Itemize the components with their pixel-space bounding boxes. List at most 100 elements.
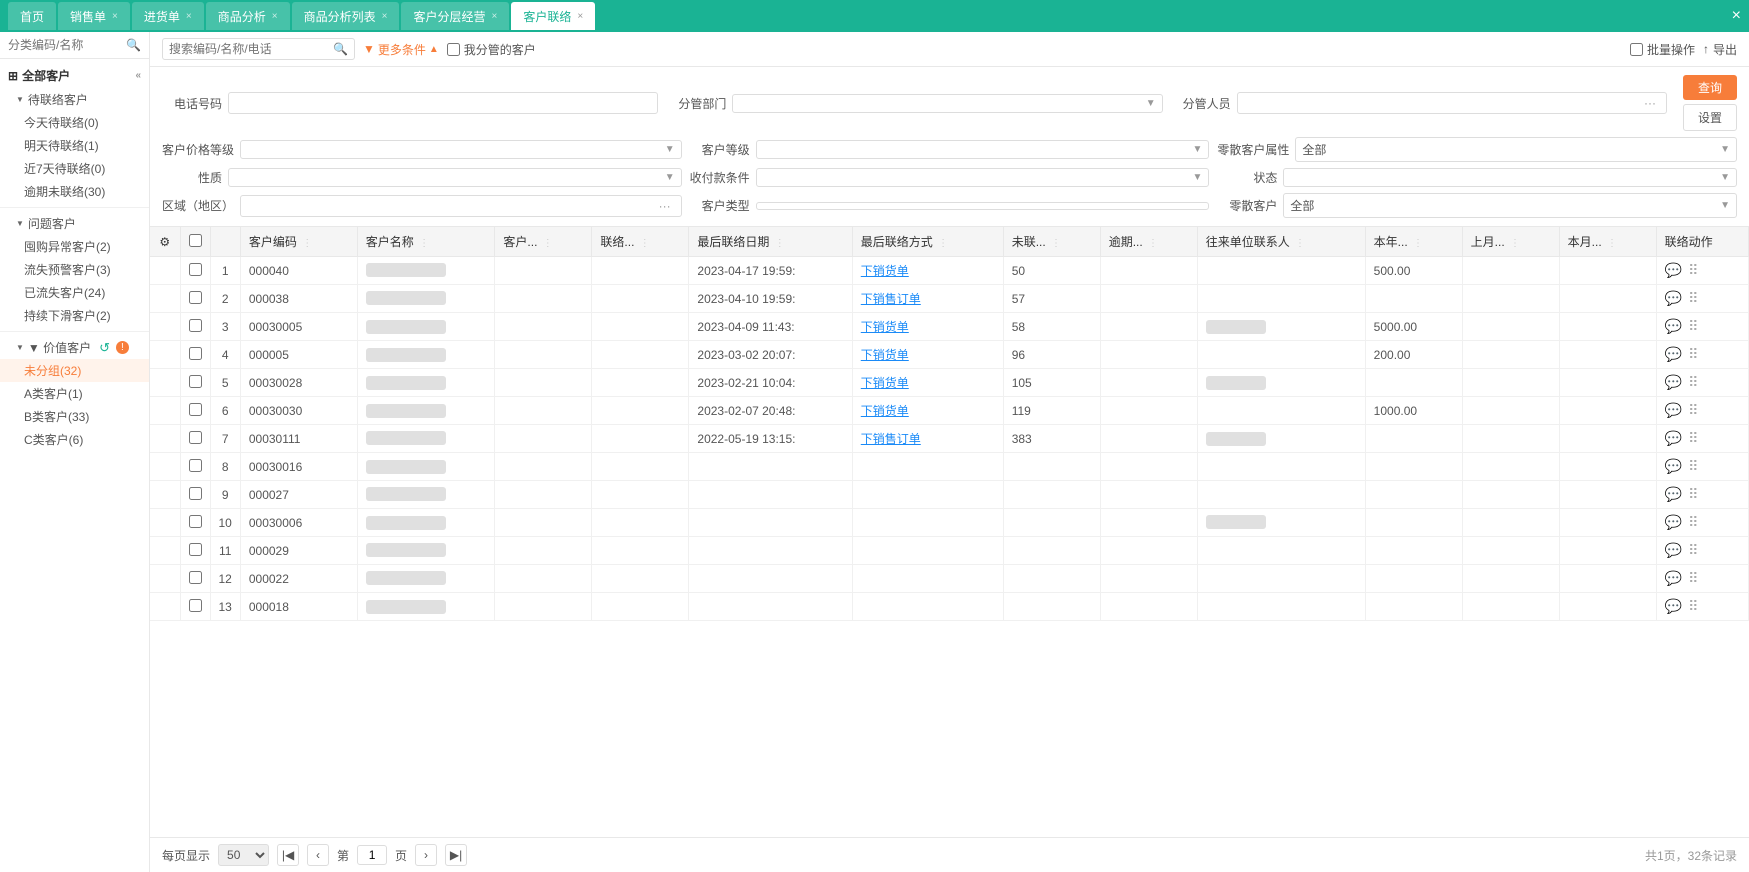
my-customers-checkbox[interactable] (447, 43, 460, 56)
tab-sales[interactable]: 销售单 × (58, 2, 130, 30)
chat-icon[interactable]: 💬 (1665, 598, 1682, 615)
sidebar-item-today[interactable]: 今天待联络(0) (0, 111, 149, 134)
row-last-method[interactable] (852, 593, 1003, 621)
reset-button[interactable]: 设置 (1683, 104, 1737, 131)
method-link[interactable]: 下销货单 (861, 348, 909, 362)
row-checkbox[interactable] (189, 263, 202, 276)
filter-retail-attr-select[interactable]: 全部 ▼ (1295, 137, 1737, 162)
filter-price-level-select[interactable]: ▼ (240, 140, 682, 159)
row-checkbox[interactable] (189, 375, 202, 388)
batch-checkbox[interactable] (1630, 43, 1643, 56)
first-page-btn[interactable]: |◀ (277, 844, 299, 866)
tab-customer-segment-close[interactable]: × (491, 11, 497, 22)
method-link[interactable]: 下销售订单 (861, 432, 921, 446)
row-last-method[interactable] (852, 565, 1003, 593)
method-link[interactable]: 下销货单 (861, 404, 909, 418)
row-checkbox[interactable] (189, 291, 202, 304)
filter-phone-input[interactable] (228, 92, 658, 114)
tab-sales-close[interactable]: × (112, 11, 118, 22)
chat-icon[interactable]: 💬 (1665, 458, 1682, 475)
menu-icon[interactable]: ⠿ (1688, 374, 1698, 391)
tab-home[interactable]: 首页 (8, 2, 56, 30)
row-checkbox[interactable] (189, 403, 202, 416)
menu-icon[interactable]: ⠿ (1688, 486, 1698, 503)
sidebar-item-churn-warning[interactable]: 流失预警客户(3) (0, 258, 149, 281)
row-checkbox[interactable] (189, 515, 202, 528)
sidebar-item-churned[interactable]: 已流失客户(24) (0, 281, 149, 304)
sidebar-item-class-b[interactable]: B类客户(33) (0, 405, 149, 428)
filter-payment-select[interactable]: ▼ (756, 168, 1210, 187)
tab-customer-contact[interactable]: 客户联络 × (511, 2, 595, 30)
row-last-method[interactable]: 下销货单 (852, 257, 1003, 285)
tab-product-analysis-list-close[interactable]: × (382, 11, 388, 22)
chat-icon[interactable]: 💬 (1665, 290, 1682, 307)
tab-product-analysis-close[interactable]: × (272, 11, 278, 22)
menu-icon[interactable]: ⠿ (1688, 318, 1698, 335)
row-checkbox[interactable] (189, 487, 202, 500)
sidebar-group-waiting[interactable]: 待联络客户 (0, 88, 149, 111)
menu-icon[interactable]: ⠿ (1688, 514, 1698, 531)
chat-icon[interactable]: 💬 (1665, 430, 1682, 447)
menu-icon[interactable]: ⠿ (1688, 542, 1698, 559)
filter-nature-select[interactable]: ▼ (228, 168, 682, 187)
filter-customer-level-select[interactable]: ▼ (756, 140, 1210, 159)
tab-customer-contact-close[interactable]: × (577, 11, 583, 22)
th-settings[interactable]: ⚙ (150, 227, 180, 257)
chat-icon[interactable]: 💬 (1665, 346, 1682, 363)
row-checkbox[interactable] (189, 431, 202, 444)
row-last-method[interactable]: 下销货单 (852, 397, 1003, 425)
chat-icon[interactable]: 💬 (1665, 486, 1682, 503)
prev-page-btn[interactable]: ‹ (307, 844, 329, 866)
row-last-method[interactable] (852, 453, 1003, 481)
row-checkbox[interactable] (189, 571, 202, 584)
chat-icon[interactable]: 💬 (1665, 514, 1682, 531)
chat-icon[interactable]: 💬 (1665, 402, 1682, 419)
chat-icon[interactable]: 💬 (1665, 570, 1682, 587)
refresh-icon[interactable]: ↺ (99, 340, 110, 356)
filter-region-select[interactable]: ··· (240, 195, 682, 217)
method-link[interactable]: 下销售订单 (861, 292, 921, 306)
sidebar-item-7days[interactable]: 近7天待联络(0) (0, 157, 149, 180)
menu-icon[interactable]: ⠿ (1688, 430, 1698, 447)
filter-dept-select[interactable]: ▼ (732, 94, 1162, 113)
sidebar-item-hoarding[interactable]: 囤购异常客户(2) (0, 235, 149, 258)
method-link[interactable]: 下销货单 (861, 376, 909, 390)
row-checkbox[interactable] (189, 319, 202, 332)
tab-purchase-close[interactable]: × (186, 11, 192, 22)
next-page-btn[interactable]: › (415, 844, 437, 866)
row-checkbox[interactable] (189, 347, 202, 360)
row-checkbox[interactable] (189, 543, 202, 556)
menu-icon[interactable]: ⠿ (1688, 346, 1698, 363)
chat-icon[interactable]: 💬 (1665, 318, 1682, 335)
sidebar-item-tomorrow[interactable]: 明天待联络(1) (0, 134, 149, 157)
sidebar-group-value[interactable]: ▼ 价值客户 ↺ ! (0, 336, 149, 359)
row-last-method[interactable] (852, 537, 1003, 565)
sidebar-item-overdue[interactable]: 逾期未联络(30) (0, 180, 149, 203)
row-last-method[interactable]: 下销货单 (852, 369, 1003, 397)
page-size-select[interactable]: 50 20 100 (218, 844, 269, 866)
method-link[interactable]: 下销货单 (861, 320, 909, 334)
menu-icon[interactable]: ⠿ (1688, 262, 1698, 279)
menu-icon[interactable]: ⠿ (1688, 290, 1698, 307)
method-link[interactable]: 下销货单 (861, 264, 909, 278)
row-last-method[interactable]: 下销货单 (852, 341, 1003, 369)
row-last-method[interactable]: 下销货单 (852, 313, 1003, 341)
menu-icon[interactable]: ⠿ (1688, 570, 1698, 587)
search-icon[interactable]: 🔍 (333, 42, 348, 56)
menu-icon[interactable]: ⠿ (1688, 402, 1698, 419)
batch-operations-btn[interactable]: 批量操作 (1630, 41, 1695, 58)
page-input[interactable] (357, 845, 387, 865)
chat-icon[interactable]: 💬 (1665, 542, 1682, 559)
tab-product-analysis-list[interactable]: 商品分析列表 × (292, 2, 400, 30)
row-last-method[interactable] (852, 481, 1003, 509)
sidebar-search-icon[interactable]: 🔍 (126, 38, 141, 52)
row-last-method[interactable]: 下销售订单 (852, 285, 1003, 313)
row-checkbox[interactable] (189, 599, 202, 612)
sidebar-all-customers[interactable]: ⊞ 全部客户 « (0, 63, 149, 88)
chat-icon[interactable]: 💬 (1665, 374, 1682, 391)
tab-product-analysis[interactable]: 商品分析 × (206, 2, 290, 30)
sidebar-search-input[interactable] (8, 38, 122, 52)
search-input[interactable] (169, 42, 329, 56)
select-all-checkbox[interactable] (189, 234, 202, 247)
sidebar-item-declining[interactable]: 持续下滑客户(2) (0, 304, 149, 327)
